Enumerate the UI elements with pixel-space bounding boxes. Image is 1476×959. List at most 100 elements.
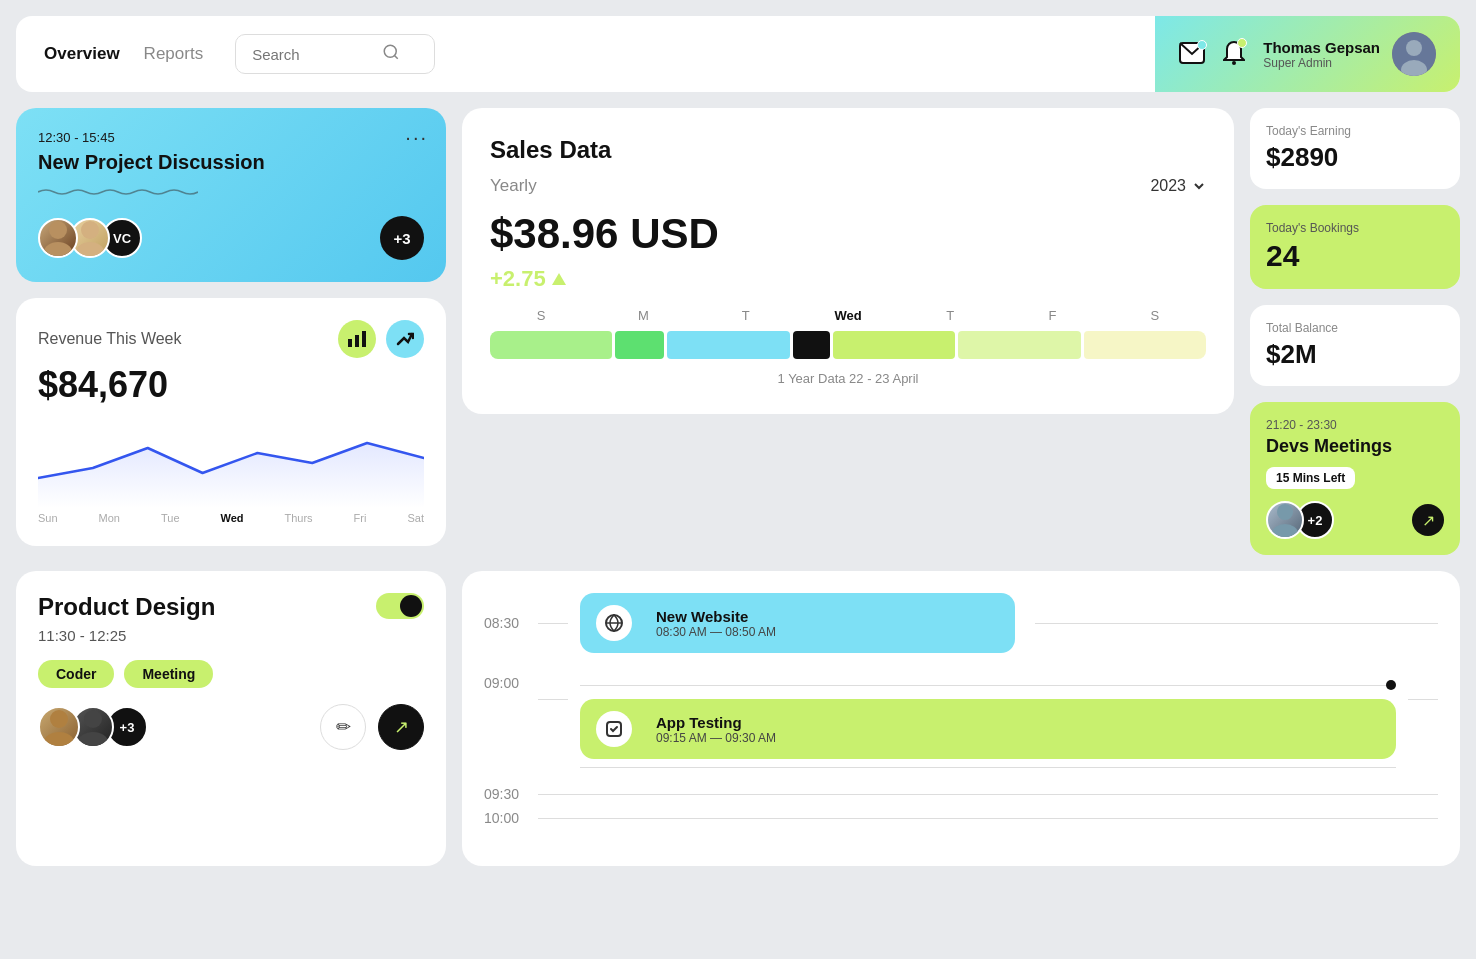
header-left: Overview Reports xyxy=(16,16,1155,92)
event-time-0: 08:30 AM — 08:50 AM xyxy=(656,625,776,639)
svg-point-14 xyxy=(1277,504,1293,520)
website-icon xyxy=(596,605,632,641)
meeting-time: 12:30 - 15:45 xyxy=(38,130,424,145)
share-button[interactable]: ↗ xyxy=(378,704,424,750)
svg-point-15 xyxy=(1272,524,1298,539)
sales-year-selector[interactable]: 2023 xyxy=(1150,177,1206,195)
more-menu-button[interactable]: ··· xyxy=(405,126,428,149)
left-column: ··· 12:30 - 15:45 New Project Discussion… xyxy=(16,108,446,555)
wday-m: M xyxy=(592,308,694,323)
pd-avatars: +3 xyxy=(38,706,140,748)
line-after-2 xyxy=(580,767,1396,768)
meeting-title: New Project Discussion xyxy=(38,151,424,174)
week-days: S M T Wed T F S xyxy=(490,308,1206,323)
change-arrow-icon xyxy=(552,273,566,285)
mail-badge xyxy=(1197,40,1207,50)
svg-point-5 xyxy=(1406,40,1422,56)
search-input[interactable] xyxy=(252,46,372,63)
bottom-row: Product Design 11:30 - 12:25 Coder Meeti… xyxy=(16,571,1460,866)
wday-wed: Wed xyxy=(797,308,899,323)
bookings-value: 24 xyxy=(1266,239,1444,273)
revenue-label: Revenue This Week xyxy=(38,330,181,348)
devs-avatar-1 xyxy=(1266,501,1304,539)
svg-point-19 xyxy=(78,732,108,748)
schedule-row-1000: 10:00 xyxy=(484,810,1438,826)
svg-point-16 xyxy=(50,710,68,728)
header: Overview Reports xyxy=(16,16,1460,92)
event-app-testing[interactable]: App Testing 09:15 AM — 09:30 AM xyxy=(580,699,1396,759)
product-design-card: Product Design 11:30 - 12:25 Coder Meeti… xyxy=(16,571,446,866)
wbar-3 xyxy=(667,331,789,359)
revenue-chart xyxy=(38,418,424,508)
sales-change: +2.75 xyxy=(490,266,1206,292)
devs-arrow-button[interactable]: ↗ xyxy=(1412,504,1444,536)
day-sat: Sat xyxy=(407,512,424,524)
svg-point-3 xyxy=(1232,61,1236,65)
balance-card: Total Balance $2M xyxy=(1250,305,1460,386)
meeting-avatars: VC +3 xyxy=(38,216,424,260)
day-sun: Sun xyxy=(38,512,58,524)
svg-line-1 xyxy=(395,55,398,58)
wday-f: F xyxy=(1001,308,1103,323)
time-0830: 08:30 xyxy=(484,615,526,631)
devs-footer: +2 ↗ xyxy=(1266,501,1444,539)
devs-meeting-card: 21:20 - 23:30 Devs Meetings 15 Mins Left… xyxy=(1250,402,1460,555)
event-time-1: 09:15 AM — 09:30 AM xyxy=(656,731,776,745)
pd-footer: +3 ✏ ↗ xyxy=(38,704,424,750)
avatar-1 xyxy=(38,218,78,258)
schedule-dot xyxy=(1386,680,1396,690)
main-nav: Overview Reports xyxy=(44,16,203,92)
bookings-label: Today's Bookings xyxy=(1266,221,1444,235)
schedule-row-0900: 09:00 App Testing 09:15 AM — 09:30 AM xyxy=(484,671,1438,768)
pd-actions: ✏ ↗ xyxy=(320,704,424,750)
svg-point-10 xyxy=(76,242,104,258)
bell-badge xyxy=(1237,38,1247,48)
app-testing-icon xyxy=(596,711,632,747)
revenue-icons xyxy=(338,320,424,358)
search-icon xyxy=(382,43,400,65)
tag-meeting: Meeting xyxy=(124,660,213,688)
earning-value: $2890 xyxy=(1266,142,1444,173)
bar-chart-icon[interactable] xyxy=(338,320,376,358)
line-end xyxy=(1408,699,1438,700)
wbar-2 xyxy=(615,331,664,359)
wday-t2: T xyxy=(899,308,1001,323)
toggle-knob xyxy=(400,595,422,617)
svg-point-8 xyxy=(44,242,72,258)
day-wed: Wed xyxy=(220,512,243,524)
earning-label: Today's Earning xyxy=(1266,124,1444,138)
bell-button[interactable] xyxy=(1223,40,1245,69)
user-info: Thomas Gepsan Super Admin xyxy=(1263,32,1436,76)
devs-time: 21:20 - 23:30 xyxy=(1266,418,1444,432)
event-new-website[interactable]: New Website 08:30 AM — 08:50 AM xyxy=(580,593,1015,653)
wbar-1 xyxy=(490,331,612,359)
mail-button[interactable] xyxy=(1179,42,1205,67)
wbar-7 xyxy=(1084,331,1206,359)
line-2 xyxy=(538,699,568,700)
tag-coder: Coder xyxy=(38,660,114,688)
nav-overview[interactable]: Overview xyxy=(44,16,120,92)
toggle-switch[interactable] xyxy=(376,593,424,619)
user-role: Super Admin xyxy=(1263,56,1380,70)
time-1000: 10:00 xyxy=(484,810,526,826)
toggle-container[interactable] xyxy=(376,593,424,619)
wbar-6 xyxy=(958,331,1080,359)
line-after-1 xyxy=(1035,623,1438,624)
devs-title: Devs Meetings xyxy=(1266,436,1444,457)
svg-rect-13 xyxy=(362,331,366,347)
search-box[interactable] xyxy=(235,34,435,74)
edit-button[interactable]: ✏ xyxy=(320,704,366,750)
line-1 xyxy=(538,623,568,624)
svg-point-18 xyxy=(84,710,102,728)
wbar-4 xyxy=(793,331,830,359)
time-0900: 09:00 xyxy=(484,675,526,691)
week-bars xyxy=(490,331,1206,359)
user-name: Thomas Gepsan xyxy=(1263,39,1380,56)
pd-title: Product Design xyxy=(38,593,424,621)
nav-reports[interactable]: Reports xyxy=(144,16,204,92)
schedule-row-0830: 08:30 New Website 08:30 AM — 08:50 AM xyxy=(484,593,1438,653)
wbar-5 xyxy=(833,331,955,359)
arrow-trend-icon[interactable] xyxy=(386,320,424,358)
earning-card: Today's Earning $2890 xyxy=(1250,108,1460,189)
mins-badge: 15 Mins Left xyxy=(1266,467,1355,489)
